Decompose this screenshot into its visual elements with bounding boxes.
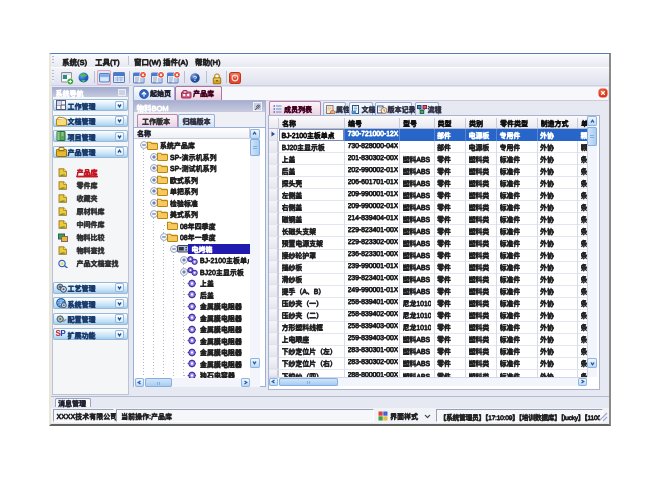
svg-text:?: ? [192,73,197,82]
